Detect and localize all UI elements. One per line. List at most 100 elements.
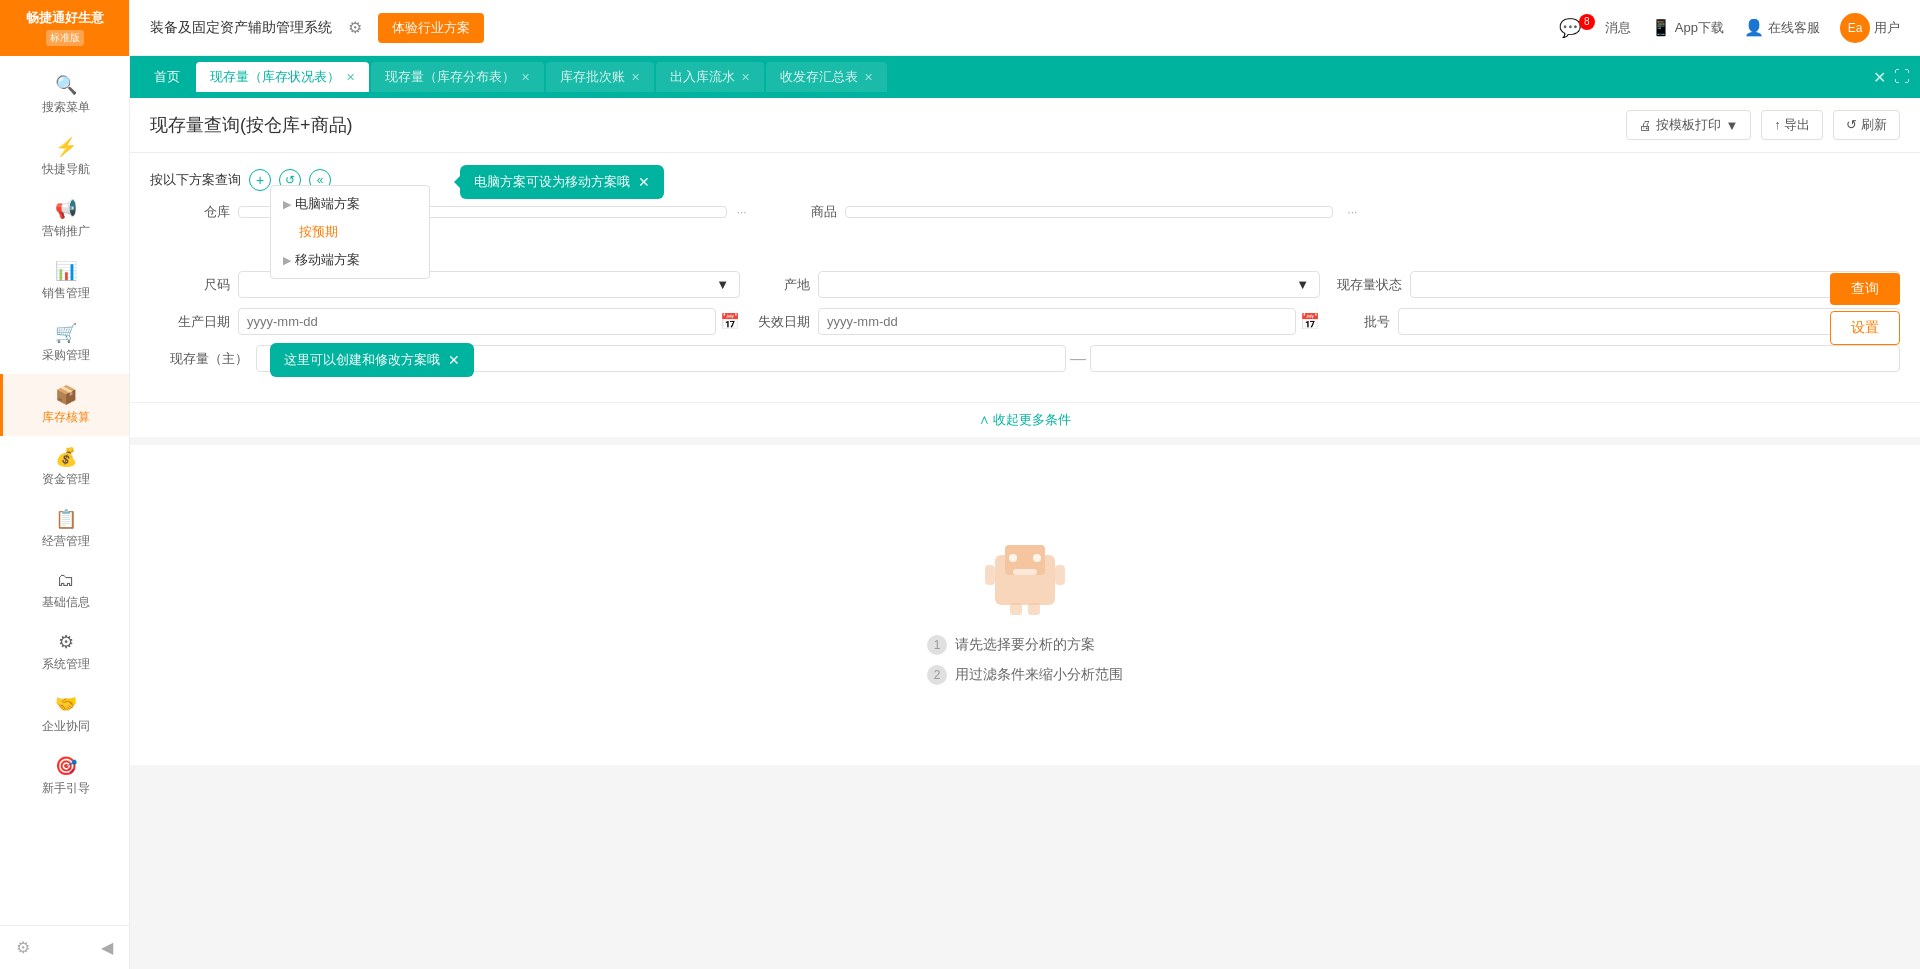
scheme-mobile-label: 移动端方案 — [295, 251, 360, 269]
sidebar-item-marketing[interactable]: 📢 营销推广 — [0, 188, 129, 250]
support-item[interactable]: 👤 在线客服 — [1744, 18, 1820, 37]
message-icon: 💬 — [1559, 17, 1581, 39]
collapse-label: 收起更多条件 — [993, 412, 1071, 427]
search-icon: 🔍 — [55, 74, 77, 96]
calendar-icon-2[interactable]: 📅 — [1300, 312, 1320, 331]
sidebar-item-finance[interactable]: 💰 资金管理 — [0, 436, 129, 498]
goods-label: 商品 — [777, 203, 837, 221]
tab-label: 收发存汇总表 — [780, 68, 858, 86]
refresh-label: 刷新 — [1861, 117, 1887, 132]
collapse-sidebar-icon[interactable]: ◀ — [101, 938, 113, 957]
page-area: 现存量查询(按仓库+商品) 🖨 按模板打印 ▼ ↑ 导出 ↺ 刷新 — [130, 98, 1920, 969]
tab-inventory-dist[interactable]: 现存量（库存分布表） ✕ — [371, 62, 544, 92]
tab-inout-flow[interactable]: 出入库流水 ✕ — [656, 62, 764, 92]
page-title: 现存量查询(按仓库+商品) — [150, 113, 353, 137]
tab-close-icon[interactable]: ✕ — [346, 71, 355, 84]
origin-filter: 产地 ▼ — [750, 271, 1320, 298]
edit-tooltip-close[interactable]: ✕ — [448, 352, 460, 368]
template-print-btn[interactable]: 🖨 按模板打印 ▼ — [1626, 110, 1751, 140]
system-icon: ⚙ — [58, 631, 74, 653]
tab-home[interactable]: 首页 — [140, 62, 194, 92]
collapse-icon: ∧ — [979, 412, 990, 427]
goods-select[interactable] — [845, 206, 1334, 218]
stock-qty-max[interactable] — [1090, 345, 1900, 372]
svg-rect-4 — [1013, 569, 1037, 575]
stock-qty-label: 现存量（主） — [170, 350, 248, 368]
more-dots-1[interactable]: ··· — [737, 205, 767, 219]
empty-illustration — [975, 525, 1075, 615]
tree-expand-icon: ▶ — [283, 198, 291, 211]
origin-select[interactable]: ▼ — [818, 271, 1320, 298]
support-icon: 👤 — [1744, 18, 1764, 37]
sidebar-item-enterprise[interactable]: 🤝 企业协同 — [0, 683, 129, 745]
sidebar-item-tutorial[interactable]: 🎯 新手引导 — [0, 745, 129, 807]
sidebar-item-label: 库存核算 — [42, 409, 90, 426]
scheme-tooltip-close[interactable]: ✕ — [638, 174, 650, 190]
tab-close-icon[interactable]: ✕ — [631, 71, 640, 84]
marketing-icon: 📢 — [55, 198, 77, 220]
size-label: 尺码 — [170, 276, 230, 294]
tab-inventory-status[interactable]: 现存量（库存状况表） ✕ — [196, 62, 369, 92]
header-right: 💬 8 消息 📱 App下载 👤 在线客服 Ea 用户 — [1559, 13, 1900, 43]
support-label: 在线客服 — [1768, 19, 1820, 37]
sidebar-item-purchase[interactable]: 🛒 采购管理 — [0, 312, 129, 374]
scheme-child[interactable]: 按预期 — [271, 218, 429, 246]
sidebar-item-search[interactable]: 🔍 搜索菜单 — [0, 64, 129, 126]
query-btn[interactable]: 查询 — [1830, 273, 1900, 305]
scheme-desktop[interactable]: ▶ 电脑端方案 — [271, 190, 429, 218]
sidebar-item-operations[interactable]: 📋 经营管理 — [0, 498, 129, 560]
page-actions: 🖨 按模板打印 ▼ ↑ 导出 ↺ 刷新 — [1626, 110, 1900, 140]
mfg-date-start[interactable] — [238, 308, 716, 335]
message-badge: 8 — [1579, 14, 1595, 30]
svg-rect-8 — [1028, 603, 1040, 615]
step-1-text: 请先选择要分析的方案 — [955, 636, 1095, 654]
enterprise-icon: 🤝 — [55, 693, 77, 715]
tree-expand-icon2: ▶ — [283, 254, 291, 267]
system-title: 装备及固定资产辅助管理系统 — [150, 19, 332, 37]
batch-no-filter: 批号 — [1330, 308, 1900, 335]
refresh-btn[interactable]: ↺ 刷新 — [1833, 110, 1900, 140]
chevron-down-icon: ▼ — [1725, 118, 1738, 133]
header-settings-icon[interactable]: ⚙ — [348, 18, 362, 37]
empty-steps: 1 请先选择要分析的方案 2 用过滤条件来缩小分析范围 — [927, 635, 1123, 685]
sidebar-item-label: 基础信息 — [42, 594, 90, 611]
tab-close-all-icon[interactable]: ✕ — [1873, 68, 1886, 87]
settings-bottom-icon[interactable]: ⚙ — [16, 938, 30, 957]
sidebar-item-system[interactable]: ⚙ 系统管理 — [0, 621, 129, 683]
export-btn[interactable]: ↑ 导出 — [1761, 110, 1823, 140]
exp-date-start[interactable] — [818, 308, 1296, 335]
logo-tag: 标准版 — [46, 30, 84, 46]
sidebar-item-sales[interactable]: 📊 销售管理 — [0, 250, 129, 312]
tab-fullscreen-icon[interactable]: ⛶ — [1894, 68, 1910, 86]
template-print-label: 按模板打印 — [1656, 116, 1721, 134]
more-dots-2[interactable]: ··· — [1347, 205, 1357, 219]
tab-close-icon[interactable]: ✕ — [741, 71, 750, 84]
message-item[interactable]: 💬 8 消息 — [1559, 17, 1631, 39]
industry-btn[interactable]: 体验行业方案 — [378, 13, 484, 43]
collapse-bar[interactable]: ∧ 收起更多条件 — [130, 402, 1920, 437]
sidebar-item-quick-nav[interactable]: ⚡ 快捷导航 — [0, 126, 129, 188]
chevron-down-origin: ▼ — [1296, 277, 1309, 292]
tab-close-icon[interactable]: ✕ — [521, 71, 530, 84]
add-scheme-btn[interactable]: + — [249, 169, 271, 191]
sidebar-item-label: 经营管理 — [42, 533, 90, 550]
app-download-item[interactable]: 📱 App下载 — [1651, 18, 1724, 37]
tab-bar: 首页 现存量（库存状况表） ✕ 现存量（库存分布表） ✕ 库存批次账 ✕ 出入库… — [130, 56, 1920, 98]
operations-icon: 📋 — [55, 508, 77, 530]
reset-btn[interactable]: 设置 — [1830, 311, 1900, 345]
calendar-icon-1[interactable]: 📅 — [720, 312, 740, 331]
batch-no-input[interactable] — [1398, 308, 1900, 335]
tab-batch-ledger[interactable]: 库存批次账 ✕ — [546, 62, 654, 92]
sidebar-item-basic-info[interactable]: 🗂 基础信息 — [0, 560, 129, 621]
user-item[interactable]: Ea 用户 — [1840, 13, 1900, 43]
top-header: 装备及固定资产辅助管理系统 ⚙ 体验行业方案 💬 8 消息 📱 App下载 👤 … — [130, 0, 1920, 56]
edit-tooltip-text: 这里可以创建和修改方案哦 — [284, 351, 440, 369]
logo-text: 畅捷通好生意 — [26, 10, 104, 27]
stock-status-select[interactable]: ▼ — [1410, 271, 1900, 298]
tab-receive-summary[interactable]: 收发存汇总表 ✕ — [766, 62, 887, 92]
tab-label: 库存批次账 — [560, 68, 625, 86]
scheme-mobile[interactable]: ▶ 移动端方案 — [271, 246, 429, 274]
tab-close-icon[interactable]: ✕ — [864, 71, 873, 84]
sidebar-item-inventory[interactable]: 📦 库存核算 — [0, 374, 129, 436]
goods-filter: 商品 — [777, 203, 1334, 221]
